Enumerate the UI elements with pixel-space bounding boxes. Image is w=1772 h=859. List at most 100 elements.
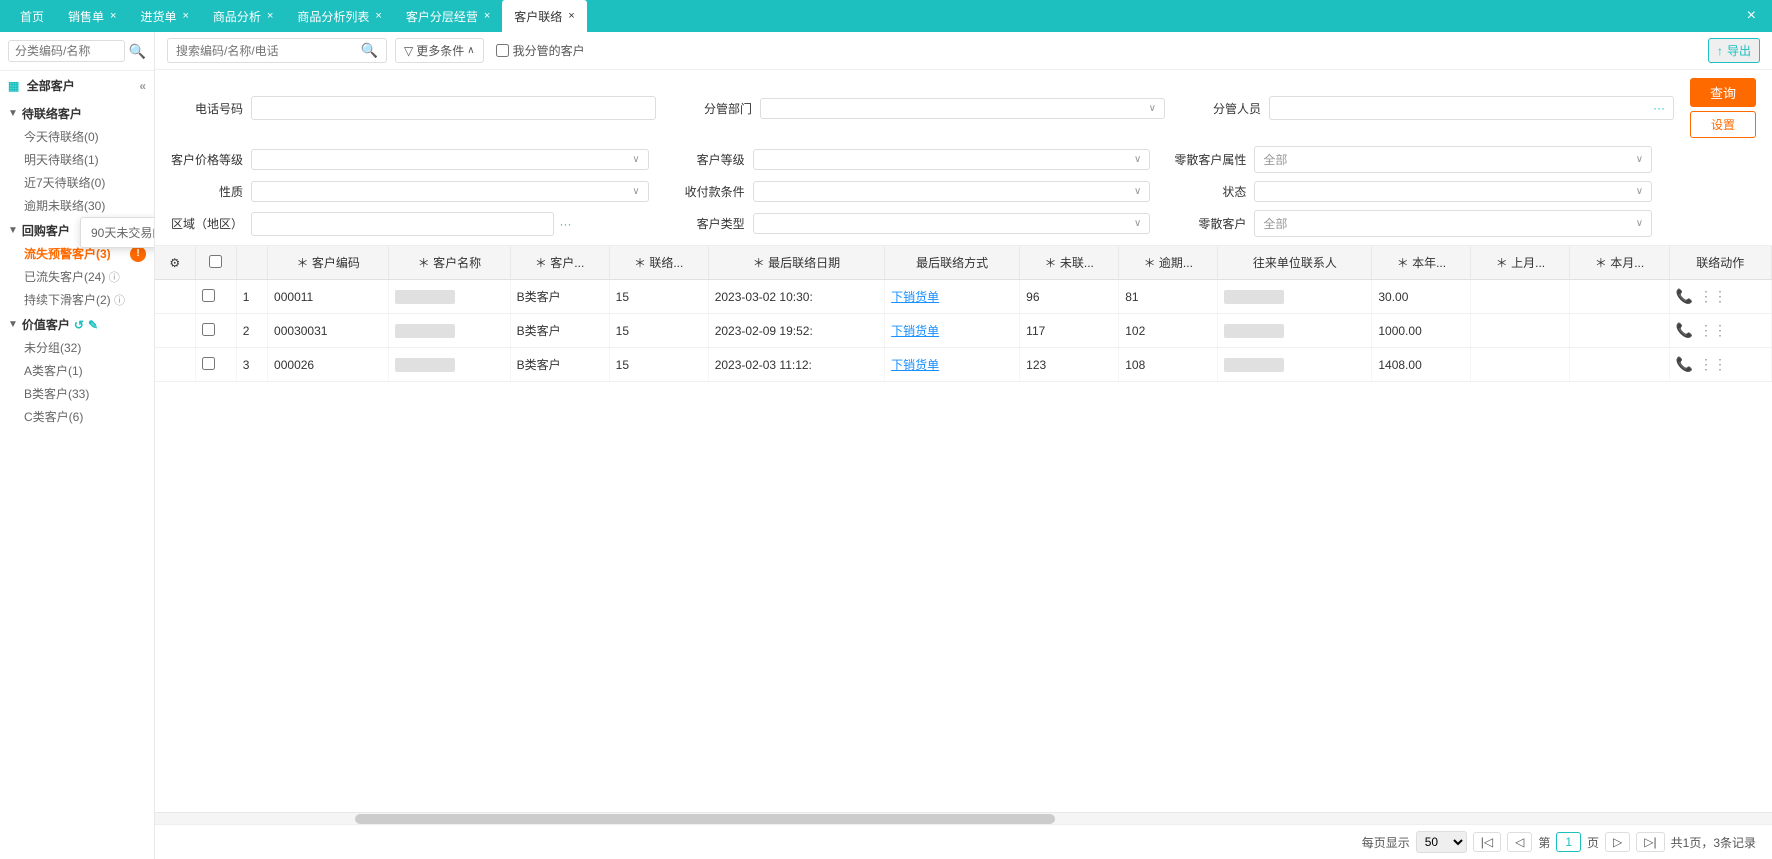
col-contact[interactable]: ＊ 联络... xyxy=(609,246,708,280)
col-not-contacted[interactable]: ＊ 未联... xyxy=(1020,246,1119,280)
nav-customer-contact[interactable]: 客户联络 × xyxy=(502,0,586,32)
window-close-button[interactable]: × xyxy=(1739,7,1764,25)
col-settings[interactable]: ⚙ xyxy=(155,246,195,280)
status-select[interactable]: ∨ xyxy=(1254,181,1652,202)
nav-customer-segment[interactable]: 客户分层经营 × xyxy=(394,0,502,32)
more-action-icon[interactable]: ⋮⋮ xyxy=(1699,288,1727,305)
nav-home[interactable]: 首页 xyxy=(8,0,56,32)
prev-page-button[interactable]: ◁ xyxy=(1507,832,1532,852)
my-customers-checkbox-label[interactable]: 我分管的客户 xyxy=(496,42,585,59)
filter-row-3: 性质 ∨ 收付款条件 ∨ 状态 xyxy=(171,181,1756,202)
col-last-contact-way[interactable]: 最后联络方式 xyxy=(885,246,1020,280)
col-last-contact-date[interactable]: ＊ 最后联络日期 xyxy=(708,246,884,280)
row-select-checkbox[interactable] xyxy=(202,289,215,302)
sidebar-item-class-c[interactable]: C类客户(6) xyxy=(0,405,154,428)
filter-retail-customer: 零散客户 全部 ∨ xyxy=(1174,210,1652,237)
col-overdue[interactable]: ＊ 逾期... xyxy=(1119,246,1218,280)
sidebar: 🔍 ▦ 全部客户 « ▼ 待联络客户 今天待联络(0) 明天待联络(1) 近7天… xyxy=(0,32,155,859)
region-ellipsis[interactable]: ··· xyxy=(554,217,578,231)
region-input[interactable] xyxy=(251,212,554,236)
nav-analysis-list[interactable]: 商品分析列表 × xyxy=(285,0,393,32)
sidebar-search-icon[interactable]: 🔍 xyxy=(129,43,146,60)
row-select-checkbox[interactable] xyxy=(202,323,215,336)
filter-dept: 分管部门 ∨ xyxy=(680,98,1165,119)
customer-type-select[interactable]: ∨ xyxy=(753,213,1151,234)
next-page-button[interactable]: ▷ xyxy=(1605,832,1630,852)
nav-purchase-close[interactable]: × xyxy=(182,10,188,22)
row-unit-contact xyxy=(1218,280,1372,314)
row-name xyxy=(389,314,510,348)
nature-label: 性质 xyxy=(171,183,251,200)
nav-analysis[interactable]: 商品分析 × xyxy=(201,0,285,32)
dept-select[interactable]: ∨ xyxy=(760,98,1165,119)
more-action-icon[interactable]: ⋮⋮ xyxy=(1699,322,1727,339)
my-customers-checkbox[interactable] xyxy=(496,44,509,57)
sidebar-item-already-churned[interactable]: 已流失客户(24) ⓘ xyxy=(0,265,154,288)
col-this-year[interactable]: ＊ 本年... xyxy=(1372,246,1471,280)
table-row: 2 00030031 B类客户 15 2023-02-09 19:52: 下销货… xyxy=(155,314,1772,348)
row-select-checkbox[interactable] xyxy=(202,357,215,370)
current-page: 1 xyxy=(1556,832,1581,852)
more-action-icon[interactable]: ⋮⋮ xyxy=(1699,356,1727,373)
contact-way-link[interactable]: 下销货单 xyxy=(891,324,939,338)
nav-analysis-close[interactable]: × xyxy=(267,10,273,22)
customer-level-select[interactable]: ∨ xyxy=(753,149,1151,170)
col-name[interactable]: ＊ 客户名称 xyxy=(389,246,510,280)
sidebar-item-today[interactable]: 今天待联络(0) xyxy=(0,125,154,148)
nature-arrow: ∨ xyxy=(632,186,639,197)
contact-action-icon[interactable]: 📞 xyxy=(1676,322,1693,339)
contact-way-link[interactable]: 下销货单 xyxy=(891,358,939,372)
per-page-select[interactable]: 50 100 xyxy=(1416,831,1467,853)
more-filter-button[interactable]: ▽ 更多条件 ∧ xyxy=(395,38,484,63)
sidebar-search-input[interactable] xyxy=(8,40,125,62)
refresh-icon[interactable]: ↺ xyxy=(74,318,84,332)
nature-select[interactable]: ∨ xyxy=(251,181,649,202)
col-this-month[interactable]: ＊ 本月... xyxy=(1570,246,1669,280)
nav-purchase[interactable]: 进货单 × xyxy=(128,0,200,32)
contact-way-link[interactable]: 下销货单 xyxy=(891,290,939,304)
manager-select[interactable]: ··· xyxy=(1269,96,1674,120)
retail-attr-select[interactable]: 全部 ∨ xyxy=(1254,146,1652,173)
query-button[interactable]: 查询 xyxy=(1690,78,1756,107)
scrollbar-thumb[interactable] xyxy=(355,814,1055,824)
export-button[interactable]: ↑ 导出 xyxy=(1708,38,1760,63)
sidebar-all-customers[interactable]: ▦ 全部客户 « xyxy=(0,71,154,100)
phone-input[interactable] xyxy=(251,96,656,120)
horizontal-scrollbar[interactable] xyxy=(155,812,1772,824)
row-contact: 15 xyxy=(609,314,708,348)
col-last-month[interactable]: ＊ 上月... xyxy=(1471,246,1570,280)
payment-select[interactable]: ∨ xyxy=(753,181,1151,202)
gear-icon[interactable]: ⚙ xyxy=(169,256,180,270)
nav-customer-segment-close[interactable]: × xyxy=(484,10,490,22)
nav-sales[interactable]: 销售单 × xyxy=(56,0,128,32)
sidebar-collapse-icon[interactable]: « xyxy=(139,79,146,93)
sidebar-item-ungrouped[interactable]: 未分组(32) xyxy=(0,336,154,359)
select-all-checkbox[interactable] xyxy=(209,255,222,268)
sidebar-item-7days[interactable]: 近7天待联络(0) xyxy=(0,171,154,194)
retail-customer-select[interactable]: 全部 ∨ xyxy=(1254,210,1652,237)
contact-action-icon[interactable]: 📞 xyxy=(1676,288,1693,305)
sidebar-item-tomorrow[interactable]: 明天待联络(1) xyxy=(0,148,154,171)
col-unit-contact[interactable]: 往来单位联系人 xyxy=(1218,246,1372,280)
settings-button[interactable]: 设置 xyxy=(1690,111,1756,138)
nav-sales-close[interactable]: × xyxy=(110,10,116,22)
price-level-select[interactable]: ∨ xyxy=(251,149,649,170)
sidebar-section-pending[interactable]: ▼ 待联络客户 xyxy=(0,100,154,125)
nav-analysis-list-close[interactable]: × xyxy=(375,10,381,22)
sidebar-section-value[interactable]: ▼ 价值客户 ↺ ✎ xyxy=(0,311,154,336)
sidebar-item-overdue[interactable]: 逾期未联络(30) xyxy=(0,194,154,217)
sidebar-item-class-a[interactable]: A类客户(1) xyxy=(0,359,154,382)
main-search-icon[interactable]: 🔍 xyxy=(361,42,378,59)
sidebar-item-declining[interactable]: 持续下滑客户(2) ⓘ xyxy=(0,288,154,311)
nav-customer-contact-close[interactable]: × xyxy=(568,10,574,22)
main-search-input[interactable] xyxy=(176,44,361,58)
last-page-button[interactable]: ▷| xyxy=(1636,832,1664,852)
manager-ellipsis[interactable]: ··· xyxy=(1653,101,1665,115)
first-page-button[interactable]: |◁ xyxy=(1473,832,1501,852)
manager-label: 分管人员 xyxy=(1189,100,1269,117)
col-code[interactable]: ＊ 客户编码 xyxy=(268,246,389,280)
col-type[interactable]: ＊ 客户... xyxy=(510,246,609,280)
sidebar-item-class-b[interactable]: B类客户(33) xyxy=(0,382,154,405)
edit-icon[interactable]: ✎ xyxy=(88,318,98,332)
contact-action-icon[interactable]: 📞 xyxy=(1676,356,1693,373)
